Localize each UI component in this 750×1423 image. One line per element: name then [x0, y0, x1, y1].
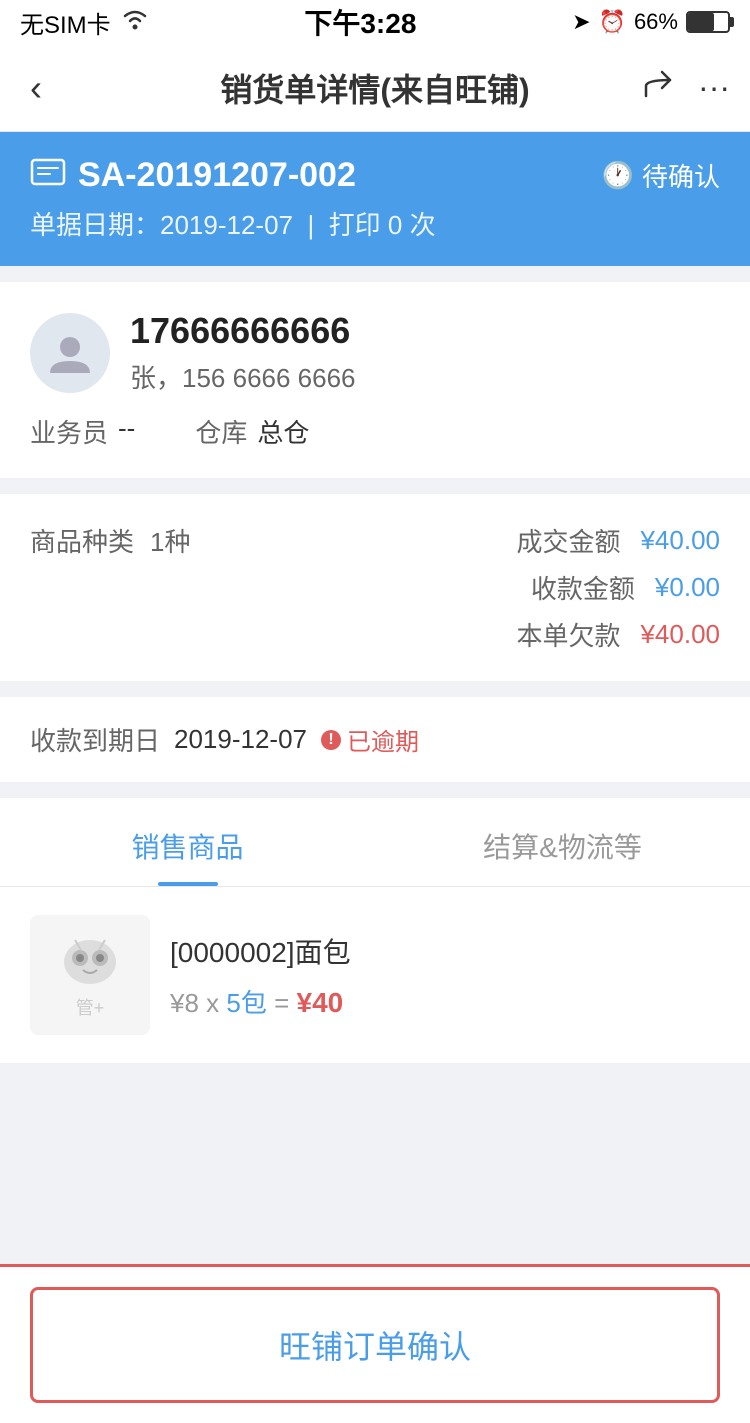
- avatar: [30, 313, 110, 393]
- due-date-section: 收款到期日 2019-12-07 ! 已逾期: [0, 697, 750, 782]
- received-label: 收款金额: [531, 569, 635, 606]
- nav-actions: ···: [642, 68, 730, 108]
- product-type-value: 1种: [150, 522, 190, 559]
- deal-amount-line: 成交金额 ¥40.00: [516, 522, 720, 559]
- deal-amount-label: 成交金额: [516, 522, 620, 559]
- due-date-label: 收款到期日: [30, 721, 160, 758]
- customer-section: 17666666666 张，156 6666 6666 业务员 -- 仓库 总仓: [0, 282, 750, 478]
- product-item: 管+ [0000002]面包 ¥8 x 5包 = ¥40: [0, 887, 750, 1064]
- product-logo: 管+: [55, 930, 125, 1020]
- owed-value: ¥40.00: [640, 619, 720, 650]
- overdue-text: 已逾期: [347, 722, 419, 757]
- received-amount-line: 收款金额 ¥0.00: [531, 569, 720, 606]
- overdue-dot-icon: !: [321, 730, 341, 750]
- order-id-text: SA-20191207-002: [78, 156, 356, 195]
- order-id: SA-20191207-002: [30, 156, 356, 195]
- customer-info: 17666666666 张，156 6666 6666: [130, 310, 356, 395]
- product-list: 管+ [0000002]面包 ¥8 x 5包 = ¥40: [0, 887, 750, 1064]
- tabs-header: 销售商品 结算&物流等: [0, 798, 750, 887]
- overdue-badge: ! 已逾期: [321, 722, 419, 757]
- customer-meta: 业务员 -- 仓库 总仓: [30, 413, 720, 450]
- carrier-label: 无SIM卡: [20, 5, 111, 40]
- salesperson-value: --: [118, 413, 135, 450]
- order-icon: [30, 156, 66, 195]
- nav-bar: ‹ 销货单详情(来自旺铺) ···: [0, 44, 750, 132]
- share-icon[interactable]: [642, 68, 674, 108]
- status-bar: 无SIM卡 下午3:28 ➤ ⏰ 66%: [0, 0, 750, 44]
- battery-percent: 66%: [634, 9, 678, 35]
- battery-icon: [686, 11, 730, 33]
- product-info: [0000002]面包 ¥8 x 5包 = ¥40: [170, 931, 720, 1020]
- customer-name-detail: 张，156 6666 6666: [130, 358, 356, 395]
- tabs-section: 销售商品 结算&物流等: [0, 798, 750, 1064]
- tab-products[interactable]: 销售商品: [0, 798, 375, 886]
- product-thumbnail: 管+: [30, 915, 150, 1035]
- equals-sign: =: [274, 988, 296, 1018]
- product-type-label: 商品种类: [30, 522, 134, 559]
- more-icon[interactable]: ···: [698, 69, 730, 106]
- warehouse-label: 仓库: [195, 413, 247, 450]
- owed-amount-line: 本单欠款 ¥40.00: [516, 616, 720, 653]
- wifi-icon: [121, 8, 149, 37]
- status-left: 无SIM卡: [20, 5, 149, 40]
- product-type: 商品种类 1种: [30, 522, 190, 559]
- bottom-bar: 旺铺订单确认: [0, 1264, 750, 1423]
- order-status-badge: 🕐 待确认: [602, 157, 720, 194]
- product-price-row: ¥8 x 5包 = ¥40: [170, 983, 720, 1020]
- product-qty: 5包: [226, 988, 266, 1018]
- salesperson-label: 业务员: [30, 413, 108, 450]
- salesperson-item: 业务员 --: [30, 413, 135, 450]
- back-button[interactable]: ‹: [20, 57, 52, 119]
- confirm-button[interactable]: 旺铺订单确认: [30, 1287, 720, 1403]
- clock-icon: 🕐: [602, 160, 634, 191]
- empty-space: [0, 1064, 750, 1264]
- warehouse-value: 总仓: [257, 413, 309, 450]
- deal-amount-value: ¥40.00: [640, 525, 720, 556]
- status-time: 下午3:28: [304, 2, 416, 42]
- due-date-value: 2019-12-07: [174, 724, 307, 755]
- warehouse-item: 仓库 总仓: [195, 413, 309, 450]
- multiply-sign: x: [206, 988, 226, 1018]
- order-status-text: 待确认: [642, 157, 720, 194]
- customer-row: 17666666666 张，156 6666 6666: [30, 310, 720, 395]
- alarm-icon: ⏰: [599, 9, 626, 35]
- product-total: ¥40: [297, 987, 344, 1018]
- order-date-info: 单据日期：2019-12-07 | 打印 0 次: [30, 205, 720, 242]
- amount-summary: 成交金额 ¥40.00 收款金额 ¥0.00 本单欠款 ¥40.00: [516, 522, 720, 653]
- summary-section: 商品种类 1种 成交金额 ¥40.00 收款金额 ¥0.00 本单欠款 ¥40.…: [0, 494, 750, 681]
- tab-settlement[interactable]: 结算&物流等: [375, 798, 750, 886]
- received-value: ¥0.00: [655, 572, 720, 603]
- product-price: ¥8: [170, 988, 199, 1018]
- order-header-top: SA-20191207-002 🕐 待确认: [30, 156, 720, 195]
- product-name: [0000002]面包: [170, 931, 720, 971]
- logo-text: 管+: [76, 994, 105, 1020]
- order-header-card: SA-20191207-002 🕐 待确认 单据日期：2019-12-07 | …: [0, 132, 750, 266]
- status-right: ➤ ⏰ 66%: [572, 9, 730, 35]
- owed-label: 本单欠款: [516, 616, 620, 653]
- customer-phone: 17666666666: [130, 310, 356, 352]
- page-title: 销货单详情(来自旺铺): [220, 65, 529, 111]
- location-icon: ➤: [572, 9, 590, 35]
